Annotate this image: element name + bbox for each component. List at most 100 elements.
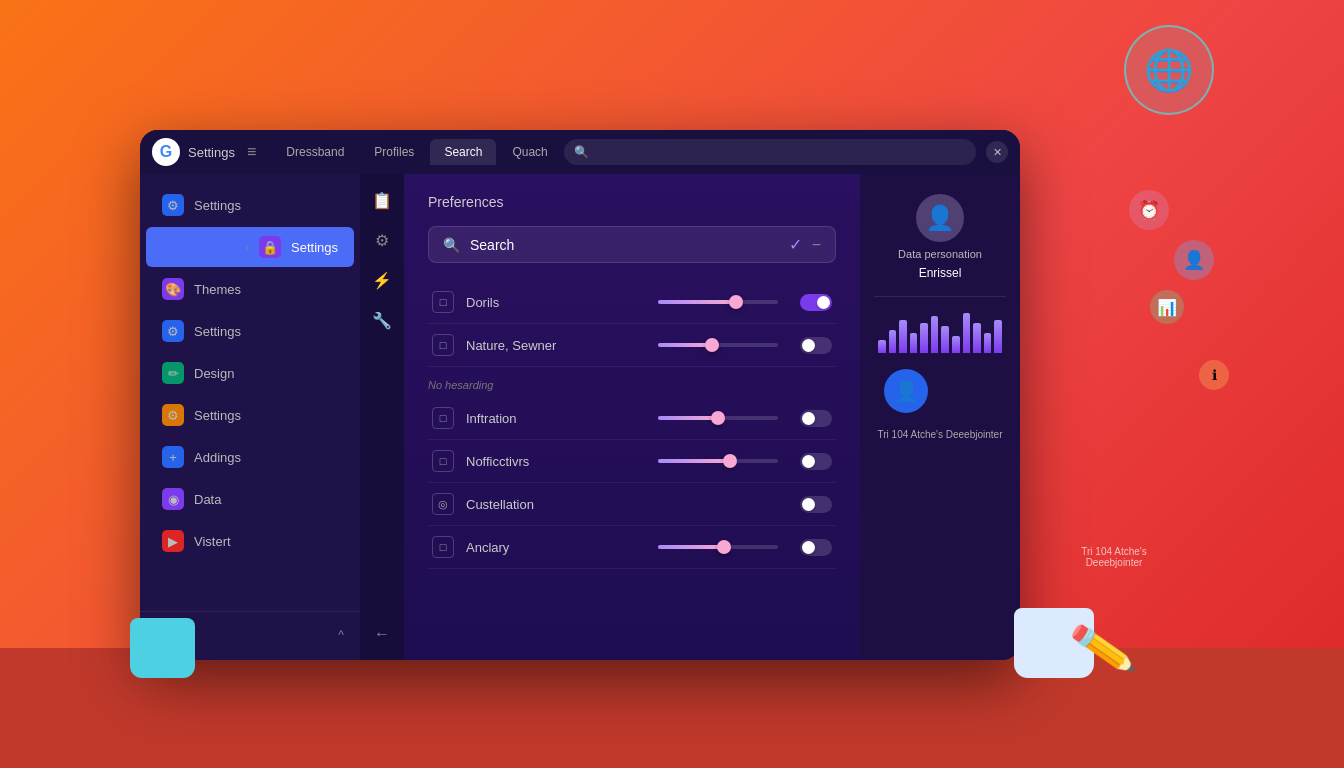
toggle-dorils[interactable]	[800, 294, 832, 311]
sidebar-item-settings-2[interactable]: ⚙ Settings	[146, 311, 354, 351]
profile-title: Data personation	[898, 248, 982, 260]
sidebar-item-settings-3[interactable]: ⚙ Settings	[146, 395, 354, 435]
slider-dorils[interactable]	[658, 300, 778, 304]
setting-label-inftration: Inftration	[466, 411, 646, 426]
toggle-inftration[interactable]	[800, 410, 832, 427]
profile-name: Enrissel	[919, 266, 962, 280]
menu-icon[interactable]: ≡	[247, 143, 256, 161]
toggle-thumb-custellation	[802, 498, 815, 511]
toggle-nofficctivrs[interactable]	[800, 453, 832, 470]
sidebar-item-themes[interactable]: 🎨 Themes	[146, 269, 354, 309]
chart-bar-7	[941, 326, 949, 353]
subsection-label: No hesarding	[428, 367, 836, 397]
chart-bar-1	[878, 340, 886, 353]
sidebar-item-addings[interactable]: + Addings	[146, 437, 354, 477]
preferences-search-bar[interactable]: 🔍 ✓ −	[428, 226, 836, 263]
floating-user-badge: 👤	[884, 369, 928, 413]
desk-surface	[0, 648, 1344, 768]
sidebar-label-addings: Addings	[194, 450, 241, 465]
pencils-decoration: ✏️	[1067, 615, 1138, 683]
action-icon-settings[interactable]: ⚙	[366, 224, 398, 256]
floating-label: Tri 104 Atche's Deeebjointer	[1074, 546, 1154, 568]
toggle-anclary[interactable]	[800, 539, 832, 556]
setting-label-custellation: Custellation	[466, 497, 621, 512]
sidebar-label-active: Settings	[291, 240, 338, 255]
chart-visualization	[874, 313, 1006, 353]
close-button[interactable]: ✕	[986, 141, 1008, 163]
tab-bar: Dressband Profiles Search Quach 🔍	[272, 139, 976, 165]
slider-inftration[interactable]	[658, 416, 778, 420]
toggle-thumb-inftration	[802, 412, 815, 425]
toggle-thumb-dorils	[817, 296, 830, 309]
setting-row-inftration: □ Inftration	[428, 397, 836, 440]
setting-row-nofficctivrs: □ Nofficctivrs	[428, 440, 836, 483]
slider-fill-inftration	[658, 416, 718, 420]
floating-icon-1: ⏰	[1129, 190, 1169, 230]
sidebar-icon-design: ✏	[162, 362, 184, 384]
action-icon-back[interactable]: ←	[366, 618, 398, 650]
sidebar-item-design[interactable]: ✏ Design	[146, 353, 354, 393]
search-icon-small: 🔍	[574, 145, 589, 159]
action-icon-clipboard[interactable]: 📋	[366, 184, 398, 216]
window-controls: ✕	[986, 141, 1008, 163]
sidebar-actions: 📋 ⚙ ⚡ 🔧 ←	[360, 174, 404, 660]
slider-thumb-anclary	[717, 540, 731, 554]
chart-bar-5	[920, 323, 928, 353]
slider-thumb-inftration	[711, 411, 725, 425]
slider-nature[interactable]	[658, 343, 778, 347]
monitor-window: G Settings ≡ Dressband Profiles Search Q…	[140, 130, 1020, 660]
window-title: Settings	[188, 145, 235, 160]
browser-url-bar[interactable]: 🔍	[564, 139, 976, 165]
search-input[interactable]	[470, 237, 779, 253]
chart-bar-8	[952, 336, 960, 353]
slider-fill-nature	[658, 343, 712, 347]
setting-icon-dorils: □	[432, 291, 454, 313]
action-icon-wrench[interactable]: 🔧	[366, 304, 398, 336]
sidebar-arrow: ‹	[246, 242, 249, 253]
setting-icon-custellation: ◎	[432, 493, 454, 515]
setting-label-nature: Nature, Sewner	[466, 338, 646, 353]
right-panel-info-text: Tri 104 Atche's Deeebjointer	[878, 429, 1003, 440]
tab-dressband[interactable]: Dressband	[272, 139, 358, 165]
sidebar-icon-settings-3: ⚙	[162, 404, 184, 426]
tab-search[interactable]: Search	[430, 139, 496, 165]
sidebar-label-data: Data	[194, 492, 221, 507]
sidebar-item-settings-1[interactable]: ⚙ Settings	[146, 185, 354, 225]
chart-bar-10	[973, 323, 981, 353]
chart-bar-2	[889, 330, 897, 353]
right-panel-divider	[874, 296, 1006, 297]
setting-label-nofficctivrs: Nofficctivrs	[466, 454, 646, 469]
sidebar-icon-addings: +	[162, 446, 184, 468]
setting-icon-nature: □	[432, 334, 454, 356]
chart-bar-9	[963, 313, 971, 353]
setting-label-dorils: Dorils	[466, 295, 646, 310]
pagats-arrow: ^	[338, 628, 344, 642]
toggle-nature[interactable]	[800, 337, 832, 354]
tab-profiles[interactable]: Profiles	[360, 139, 428, 165]
sidebar-item-vistert[interactable]: ▶ Vistert	[146, 521, 354, 561]
action-icon-lightning[interactable]: ⚡	[366, 264, 398, 296]
slider-thumb-dorils	[729, 295, 743, 309]
search-minimize-icon[interactable]: −	[812, 236, 821, 254]
slider-nofficctivrs[interactable]	[658, 459, 778, 463]
blue-mug	[130, 618, 195, 678]
sidebar-label-settings-1: Settings	[194, 198, 241, 213]
slider-thumb-nofficctivrs	[723, 454, 737, 468]
sidebar: ⚙ Settings ‹ 🔒 Settings 🎨 Themes ⚙ Setti…	[140, 174, 360, 660]
chart-bar-12	[994, 320, 1002, 353]
tab-quach[interactable]: Quach	[498, 139, 561, 165]
globe-decoration: 🌐	[1124, 25, 1214, 115]
slider-fill-dorils	[658, 300, 736, 304]
slider-anclary[interactable]	[658, 545, 778, 549]
floating-icon-info: ℹ	[1199, 360, 1229, 390]
sidebar-icon-vistert: ▶	[162, 530, 184, 552]
setting-icon-inftration: □	[432, 407, 454, 429]
sidebar-item-data[interactable]: ◉ Data	[146, 479, 354, 519]
sidebar-item-settings-active[interactable]: ‹ 🔒 Settings	[146, 227, 354, 267]
right-panel: 👤 Data personation Enrissel 👤 Tri	[860, 174, 1020, 660]
toggle-custellation[interactable]	[800, 496, 832, 513]
app-logo: G	[152, 138, 180, 166]
chart-bar-3	[899, 320, 907, 353]
main-content: ⚙ Settings ‹ 🔒 Settings 🎨 Themes ⚙ Setti…	[140, 174, 1020, 660]
sidebar-icon-themes: 🎨	[162, 278, 184, 300]
